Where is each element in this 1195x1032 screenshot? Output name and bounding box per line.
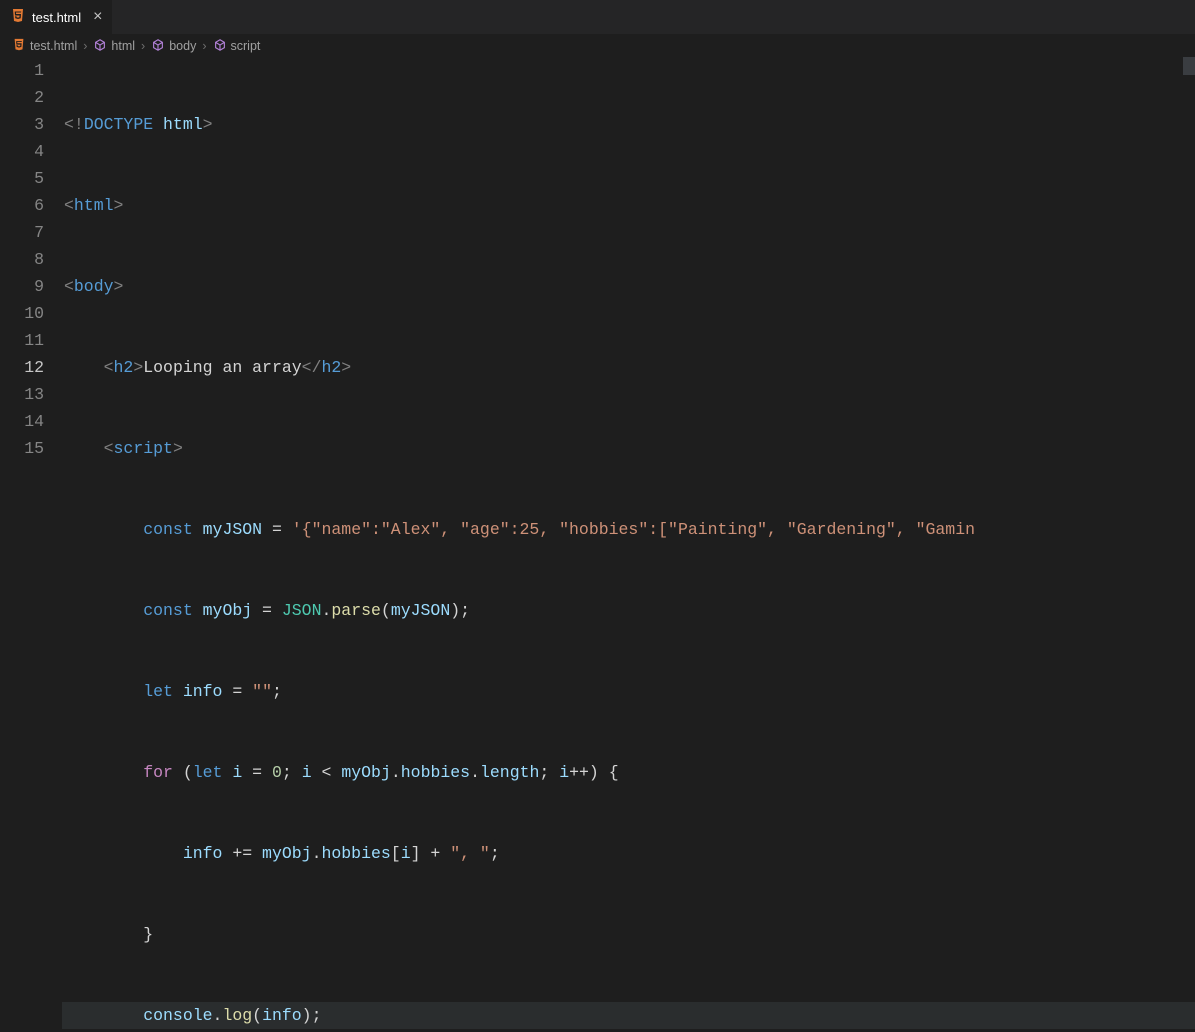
breadcrumb-script[interactable]: script [213,38,261,55]
code-line[interactable]: console.log(info); [62,1002,1195,1029]
code-line[interactable]: const myJSON = '{"name":"Alex", "age":25… [62,516,1195,543]
line-number: 13 [0,381,44,408]
line-number: 4 [0,138,44,165]
line-number: 11 [0,327,44,354]
breadcrumb-label: body [169,39,196,53]
line-number: 5 [0,165,44,192]
code-line[interactable]: <html> [62,192,1195,219]
line-number: 2 [0,84,44,111]
breadcrumb-label: html [111,39,135,53]
code-content[interactable]: <!DOCTYPE html> <html> <body> <h2>Loopin… [62,57,1195,1032]
symbol-cube-icon [93,38,107,55]
line-number: 14 [0,408,44,435]
tab-test-html[interactable]: test.html × [0,0,113,34]
symbol-cube-icon [151,38,165,55]
code-line[interactable]: <h2>Looping an array</h2> [62,354,1195,381]
code-line[interactable]: info += myObj.hobbies[i] + ", "; [62,840,1195,867]
html-file-icon [12,38,26,55]
editor-area[interactable]: 1 2 3 4 5 6 7 8 9 10 11 12 13 14 15 <!DO… [0,57,1195,1032]
line-number: 9 [0,273,44,300]
scrollbar-thumb[interactable] [1183,57,1195,75]
code-line[interactable]: const myObj = JSON.parse(myJSON); [62,597,1195,624]
breadcrumb-body[interactable]: body [151,38,196,55]
code-line[interactable]: for (let i = 0; i < myObj.hobbies.length… [62,759,1195,786]
line-number: 1 [0,57,44,84]
code-line[interactable]: } [62,921,1195,948]
chevron-right-icon: › [141,39,145,53]
code-line[interactable]: <script> [62,435,1195,462]
line-number: 7 [0,219,44,246]
breadcrumb-label: test.html [30,39,77,53]
chevron-right-icon: › [83,39,87,53]
breadcrumb-html[interactable]: html [93,38,135,55]
line-number: 12 [0,354,44,381]
line-number: 8 [0,246,44,273]
line-number: 6 [0,192,44,219]
tab-bar: test.html × [0,0,1195,35]
line-number: 15 [0,435,44,462]
breadcrumb: test.html › html › body › script [0,35,1195,57]
line-number: 3 [0,111,44,138]
code-line[interactable]: <!DOCTYPE html> [62,111,1195,138]
line-number: 10 [0,300,44,327]
breadcrumb-file[interactable]: test.html [12,38,77,55]
code-line[interactable]: <body> [62,273,1195,300]
html-file-icon [10,8,26,27]
close-icon[interactable]: × [93,8,102,26]
symbol-cube-icon [213,38,227,55]
code-line[interactable]: let info = ""; [62,678,1195,705]
breadcrumb-label: script [231,39,261,53]
line-number-gutter: 1 2 3 4 5 6 7 8 9 10 11 12 13 14 15 [0,57,62,1032]
chevron-right-icon: › [202,39,206,53]
tab-label: test.html [32,10,81,25]
